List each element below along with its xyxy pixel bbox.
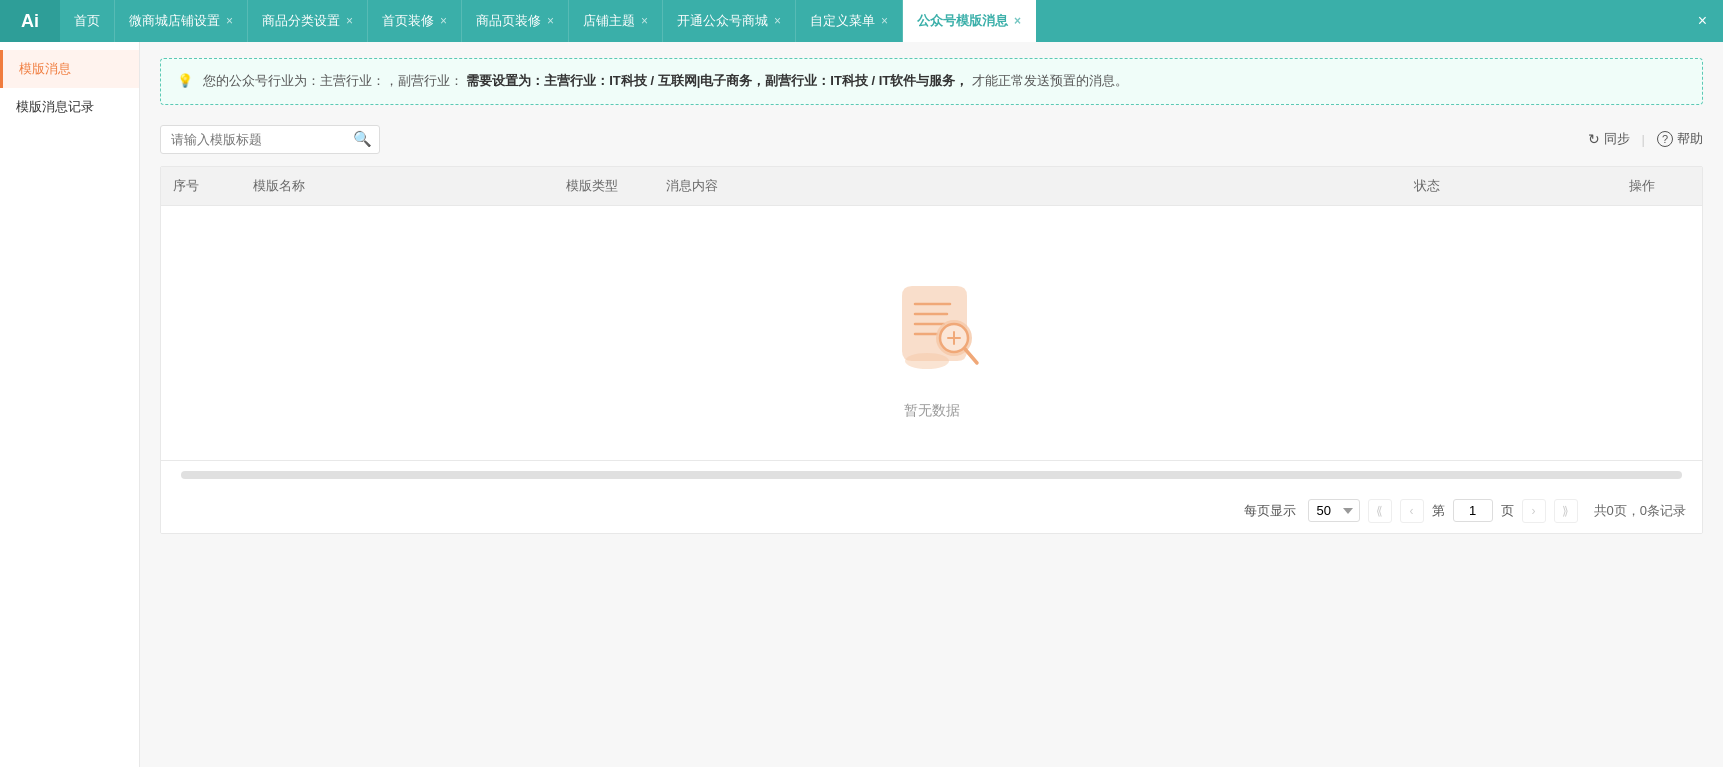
first-page-icon: ⟪	[1376, 504, 1383, 518]
page-size-select[interactable]: 50 10 20 100	[1308, 499, 1360, 522]
th-seq: 序号	[161, 167, 241, 205]
help-icon: ?	[1657, 131, 1673, 147]
nav-tab-category-settings[interactable]: 商品分类设置 ×	[248, 0, 368, 42]
sync-icon: ↻	[1588, 131, 1600, 147]
next-page-icon: ›	[1532, 504, 1536, 518]
nav-tab-custom-menu[interactable]: 自定义菜单 ×	[796, 0, 903, 42]
horizontal-scrollbar[interactable]	[181, 471, 1682, 479]
search-input[interactable]	[160, 125, 380, 154]
close-all-tabs-button[interactable]: ×	[1682, 0, 1723, 42]
close-category-settings-icon[interactable]: ×	[346, 14, 353, 28]
next-page-button[interactable]: ›	[1522, 499, 1546, 523]
scrollbar-area	[161, 460, 1702, 489]
nav-tab-home-decoration[interactable]: 首页装修 ×	[368, 0, 462, 42]
last-page-button[interactable]: ⟫	[1554, 499, 1578, 523]
nav-tab-custom-menu-label: 自定义菜单	[810, 12, 875, 30]
notice-highlight: 需要设置为：主营行业：IT科技 / 互联网|电子商务，副营行业：IT科技 / I…	[466, 73, 968, 88]
search-right: ↻ 同步 | ? 帮助	[1588, 130, 1703, 148]
content-area: 💡 您的公众号行业为：主营行业：，副营行业： 需要设置为：主营行业：IT科技 /…	[140, 42, 1723, 767]
nav-tab-store-theme[interactable]: 店铺主题 ×	[569, 0, 663, 42]
close-product-decoration-icon[interactable]: ×	[547, 14, 554, 28]
sidebar-item-template-msg-label: 模版消息	[19, 61, 71, 76]
divider: |	[1642, 132, 1645, 147]
nav-tab-template-msg-label: 公众号模版消息	[917, 12, 1008, 30]
th-content: 消息内容	[654, 167, 1402, 205]
page-label-post: 页	[1501, 502, 1514, 520]
prev-page-icon: ‹	[1410, 504, 1414, 518]
close-template-msg-icon[interactable]: ×	[1014, 14, 1021, 28]
table-wrap: 序号 模版名称 模版类型 消息内容 状态 操作	[160, 166, 1703, 534]
prev-page-button[interactable]: ‹	[1400, 499, 1424, 523]
close-custom-menu-icon[interactable]: ×	[881, 14, 888, 28]
notice-prefix: 您的公众号行业为：主营行业：，副营行业：	[203, 73, 463, 88]
nav-tab-shop-settings[interactable]: 微商城店铺设置 ×	[115, 0, 248, 42]
search-input-wrap: 🔍	[160, 125, 380, 154]
close-shop-settings-icon[interactable]: ×	[226, 14, 233, 28]
close-open-wechat-icon[interactable]: ×	[774, 14, 781, 28]
close-store-theme-icon[interactable]: ×	[641, 14, 648, 28]
top-nav: Ai 首页 微商城店铺设置 × 商品分类设置 × 首页装修 × 商品页装修 × …	[0, 0, 1723, 42]
nav-tab-template-msg[interactable]: 公众号模版消息 ×	[903, 0, 1036, 42]
help-button[interactable]: ? 帮助	[1657, 130, 1703, 148]
empty-state: 暂无数据	[161, 206, 1702, 460]
sidebar-item-template-msg-log-label: 模版消息记录	[16, 99, 94, 114]
nav-tab-home[interactable]: 首页	[60, 0, 115, 42]
notice-suffix: 才能正常发送预置的消息。	[972, 73, 1128, 88]
pagination: 每页显示 50 10 20 100 ⟪ ‹ 第 页 ›	[161, 489, 1702, 533]
page-input[interactable]	[1453, 499, 1493, 522]
sidebar: 模版消息 模版消息记录	[0, 42, 140, 767]
main-layout: 模版消息 模版消息记录 💡 您的公众号行业为：主营行业：，副营行业： 需要设置为…	[0, 42, 1723, 767]
first-page-button[interactable]: ⟪	[1368, 499, 1392, 523]
nav-tab-home-label: 首页	[74, 12, 100, 30]
nav-tab-product-decoration[interactable]: 商品页装修 ×	[462, 0, 569, 42]
search-icon[interactable]: 🔍	[353, 130, 372, 148]
nav-tab-store-theme-label: 店铺主题	[583, 12, 635, 30]
th-status: 状态	[1402, 167, 1582, 205]
page-size-label: 每页显示	[1244, 502, 1296, 520]
sidebar-item-template-msg[interactable]: 模版消息	[0, 50, 139, 88]
page-total: 共0页，0条记录	[1594, 502, 1686, 520]
logo: Ai	[0, 0, 60, 42]
nav-tab-open-wechat[interactable]: 开通公众号商城 ×	[663, 0, 796, 42]
nav-tab-category-settings-label: 商品分类设置	[262, 12, 340, 30]
sync-button[interactable]: ↻ 同步	[1588, 130, 1630, 148]
search-left: 🔍	[160, 125, 380, 154]
th-action: 操作	[1582, 167, 1702, 205]
nav-tab-home-decoration-label: 首页装修	[382, 12, 434, 30]
search-bar: 🔍 ↻ 同步 | ? 帮助	[160, 125, 1703, 154]
page-label-pre: 第	[1432, 502, 1445, 520]
logo-text: Ai	[21, 11, 39, 32]
table-header: 序号 模版名称 模版类型 消息内容 状态 操作	[161, 167, 1702, 206]
close-home-decoration-icon[interactable]: ×	[440, 14, 447, 28]
empty-illustration	[872, 266, 992, 386]
nav-tab-open-wechat-label: 开通公众号商城	[677, 12, 768, 30]
notice-icon: 💡	[177, 73, 193, 88]
notice-box: 💡 您的公众号行业为：主营行业：，副营行业： 需要设置为：主营行业：IT科技 /…	[160, 58, 1703, 105]
last-page-icon: ⟫	[1562, 504, 1569, 518]
th-name: 模版名称	[241, 167, 554, 205]
nav-tab-product-decoration-label: 商品页装修	[476, 12, 541, 30]
sidebar-item-template-msg-log[interactable]: 模版消息记录	[0, 88, 139, 126]
th-type: 模版类型	[554, 167, 654, 205]
sync-label: 同步	[1604, 130, 1630, 148]
empty-text: 暂无数据	[904, 402, 960, 420]
help-label: 帮助	[1677, 130, 1703, 148]
svg-line-8	[965, 349, 977, 363]
nav-tab-shop-settings-label: 微商城店铺设置	[129, 12, 220, 30]
